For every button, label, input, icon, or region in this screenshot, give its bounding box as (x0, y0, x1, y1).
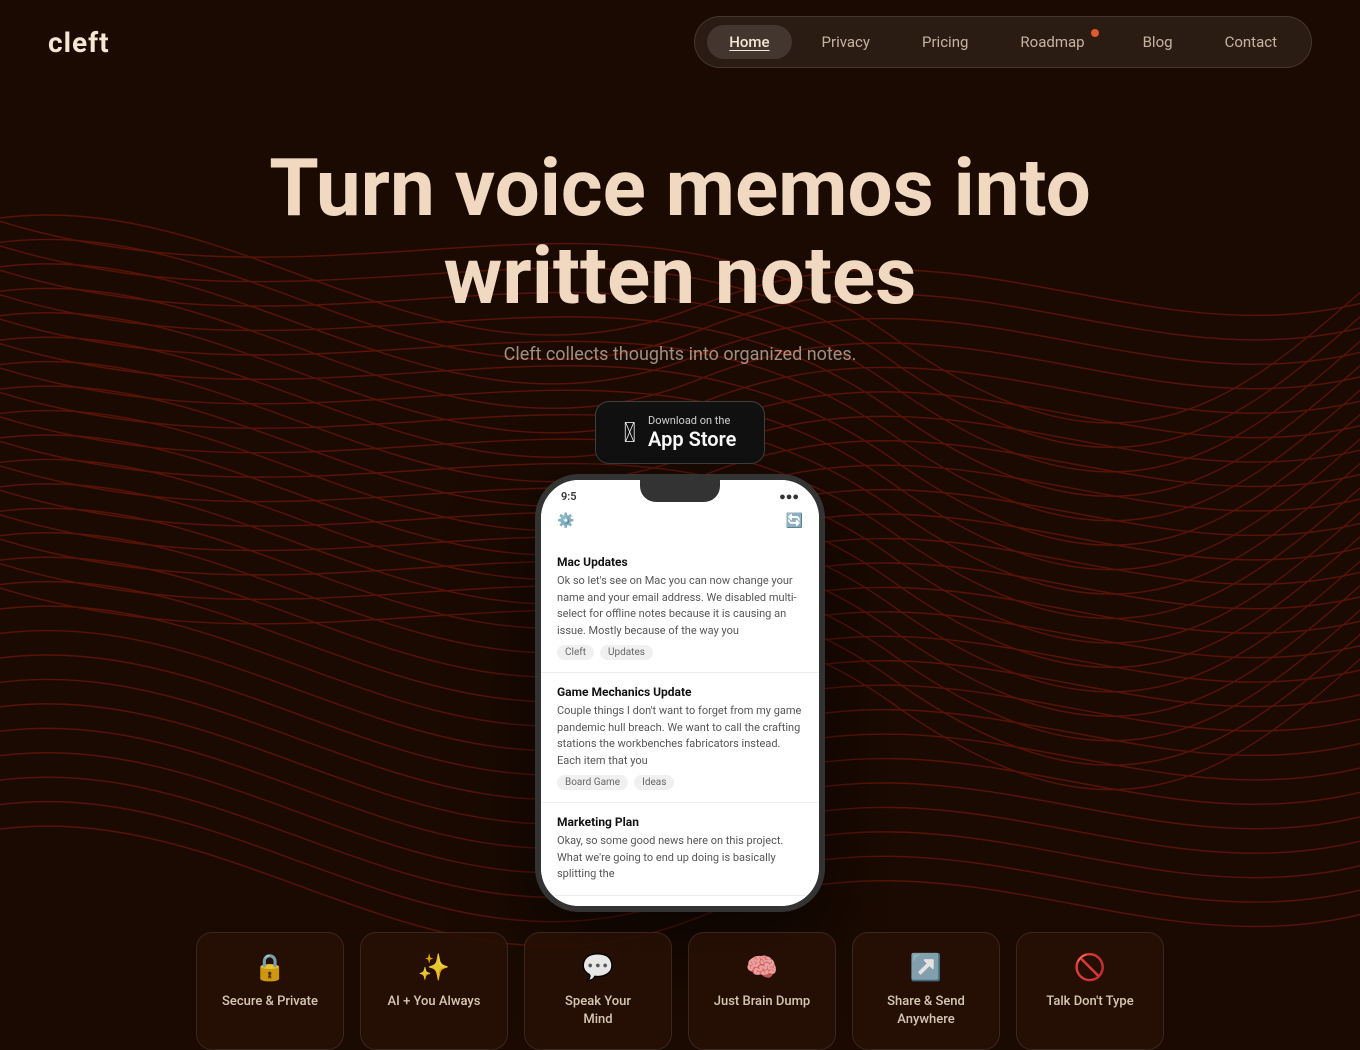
note-item-3: Marketing Plan Okay, so some good news h… (541, 803, 819, 896)
logo: cleft (48, 26, 110, 59)
feature-card-talk: 🚫 Talk Don't Type (1016, 932, 1164, 1050)
note-body-1: Ok so let's see on Mac you can now chang… (557, 573, 803, 639)
hero-subtext: Cleft collects thoughts into organized n… (20, 344, 1340, 365)
phone-icons: ●●● (779, 490, 799, 503)
no-typing-icon: 🚫 (1074, 953, 1106, 983)
feature-card-share: ↗️ Share & Send Anywhere (852, 932, 1000, 1050)
feature-card-secure: 🔒 Secure & Private (196, 932, 344, 1050)
lock-icon: 🔒 (254, 953, 286, 983)
note-tag: Updates (600, 645, 653, 660)
appstore-big-text: App Store (648, 427, 736, 451)
navbar: cleft Home Privacy Pricing Roadmap Blog … (0, 0, 1360, 84)
phone-content: Mac Updates Ok so let's see on Mac you c… (541, 533, 819, 906)
note-tags-2: Board Game Ideas (557, 775, 803, 790)
feature-card-ai: ✨ AI + You Always (360, 932, 508, 1050)
nav-item-home[interactable]: Home (707, 25, 791, 59)
nav-item-privacy[interactable]: Privacy (800, 25, 892, 59)
phone-menu-icon[interactable]: 🔄 (786, 513, 803, 529)
feature-label-share: Share & Send Anywhere (877, 993, 975, 1029)
phone-toolbar: ⚙️ 🔄 (541, 509, 819, 533)
note-tag: Board Game (557, 775, 628, 790)
feature-label-speak: Speak Your Mind (549, 993, 647, 1029)
feature-card-speak: 💬 Speak Your Mind (524, 932, 672, 1050)
note-title-3: Marketing Plan (557, 815, 803, 829)
phone-mockup: 9:5 ●●● ⚙️ 🔄 Mac Updates Ok so let's see… (535, 474, 825, 912)
note-tag: Cleft (557, 645, 594, 660)
appstore-small-text: Download on the (648, 414, 730, 427)
nav-item-blog[interactable]: Blog (1121, 25, 1195, 59)
note-tag: Ideas (634, 775, 674, 790)
feature-label-brain: Just Brain Dump (714, 993, 810, 1011)
nav-item-contact[interactable]: Contact (1203, 25, 1299, 59)
nav-pill: Home Privacy Pricing Roadmap Blog Contac… (694, 16, 1312, 68)
share-icon: ↗️ (910, 953, 942, 983)
note-tags-1: Cleft Updates (557, 645, 803, 660)
phone-settings-icon[interactable]: ⚙️ (557, 513, 574, 529)
note-item-2: Game Mechanics Update Couple things I do… (541, 673, 819, 803)
hero-headline: Turn voice memos into written notes (230, 144, 1130, 320)
hero-section: Turn voice memos into written notes Clef… (0, 84, 1360, 484)
note-title-1: Mac Updates (557, 555, 803, 569)
phone-notch (640, 480, 720, 502)
phone-time: 9:5 (561, 490, 577, 503)
feature-label-ai: AI + You Always (388, 993, 481, 1011)
nav-item-pricing[interactable]: Pricing (900, 25, 990, 59)
feature-label-secure: Secure & Private (222, 993, 318, 1011)
feature-label-talk: Talk Don't Type (1046, 993, 1133, 1011)
note-body-2: Couple things I don't want to forget fro… (557, 703, 803, 769)
speech-icon: 💬 (582, 953, 614, 983)
feature-card-brain: 🧠 Just Brain Dump (688, 932, 836, 1050)
roadmap-dot (1091, 29, 1099, 37)
features-row: 🔒 Secure & Private ✨ AI + You Always 💬 S… (0, 932, 1360, 1050)
note-body-3: Okay, so some good news here on this pro… (557, 833, 803, 883)
appstore-button[interactable]:  Download on the App Store (595, 401, 766, 464)
apple-icon:  (624, 419, 636, 447)
brain-icon: 🧠 (746, 953, 778, 983)
phone-container: 9:5 ●●● ⚙️ 🔄 Mac Updates Ok so let's see… (0, 474, 1360, 912)
note-item-1: Mac Updates Ok so let's see on Mac you c… (541, 543, 819, 673)
nav-item-roadmap[interactable]: Roadmap (998, 25, 1112, 59)
sparkle-icon: ✨ (418, 953, 450, 983)
note-title-2: Game Mechanics Update (557, 685, 803, 699)
